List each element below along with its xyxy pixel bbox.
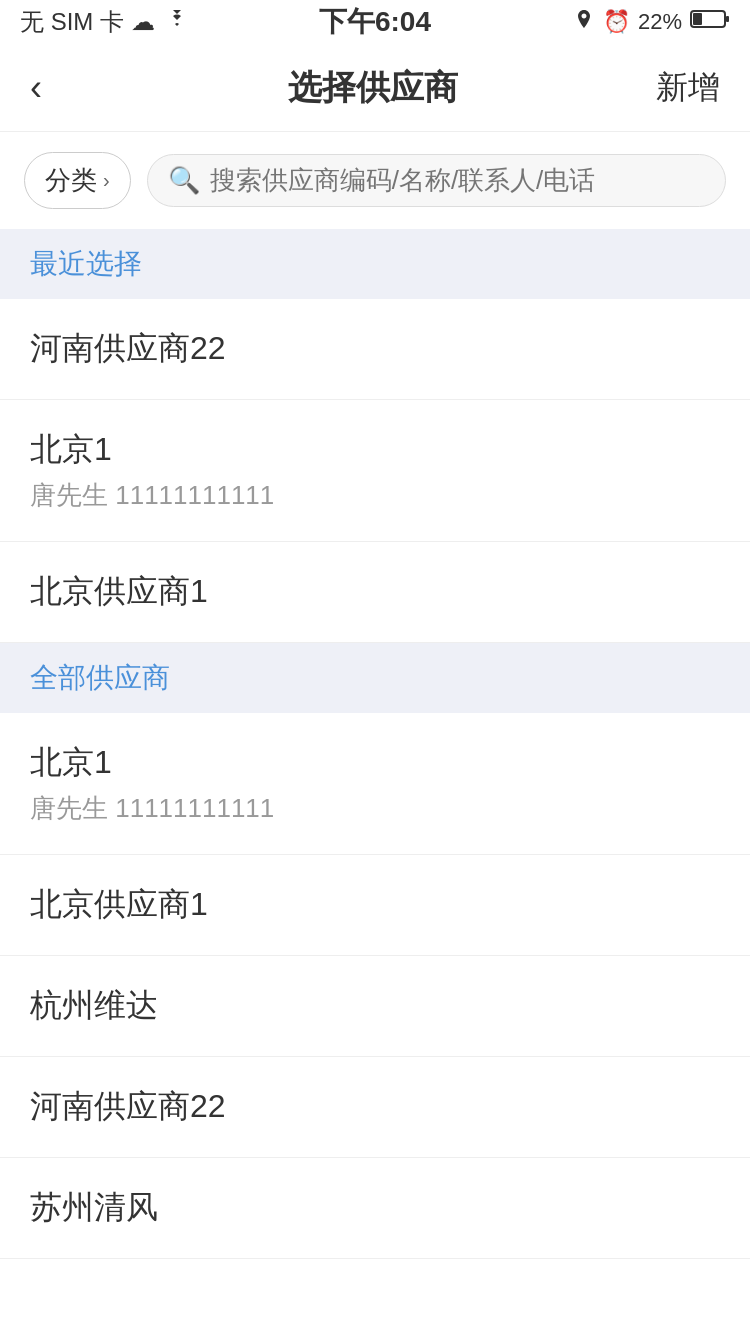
filter-bar: 分类 › 🔍	[0, 132, 750, 229]
list-item[interactable]: 河南供应商22	[0, 1057, 750, 1158]
page-title: 选择供应商	[288, 65, 458, 111]
search-box[interactable]: 🔍	[147, 154, 726, 207]
all-section-label: 全部供应商	[30, 662, 170, 693]
item-name: 河南供应商22	[30, 327, 720, 371]
item-name: 北京供应商1	[30, 570, 720, 614]
item-sub: 唐先生 11111111111	[30, 791, 720, 826]
list-item[interactable]: 苏州清风	[0, 1158, 750, 1259]
item-name: 北京1	[30, 741, 720, 785]
battery-text: 22%	[638, 9, 682, 35]
all-section-header: 全部供应商	[0, 643, 750, 713]
status-right: ⏰ 22%	[573, 8, 730, 36]
svg-rect-2	[726, 16, 729, 22]
list-item[interactable]: 北京1 唐先生 11111111111	[0, 400, 750, 542]
battery-icon	[690, 8, 730, 36]
category-label: 分类	[45, 163, 97, 198]
chevron-right-icon: ›	[103, 169, 110, 192]
recent-section-header: 最近选择	[0, 229, 750, 299]
all-items-list: 北京1 唐先生 11111111111 北京供应商1 杭州维达河南供应商22 苏州清风	[0, 713, 750, 1259]
location-icon	[573, 8, 595, 36]
no-sim-text: 无 SIM 卡 ☁	[20, 6, 155, 38]
list-item[interactable]: 杭州维达	[0, 956, 750, 1057]
item-name: 苏州清风	[30, 1186, 720, 1230]
search-icon: 🔍	[168, 165, 200, 196]
item-name: 杭州维达	[30, 984, 720, 1028]
alarm-icon: ⏰	[603, 9, 630, 35]
list-item[interactable]: 北京供应商1	[0, 542, 750, 643]
item-name: 北京1	[30, 428, 720, 472]
nav-bar: ‹ 选择供应商 新增	[0, 44, 750, 132]
status-left: 无 SIM 卡 ☁	[20, 6, 191, 38]
list-item[interactable]: 北京供应商1	[0, 855, 750, 956]
category-button[interactable]: 分类 ›	[24, 152, 131, 209]
item-sub: 唐先生 11111111111	[30, 478, 720, 513]
wifi-icon	[163, 8, 191, 36]
status-bar: 无 SIM 卡 ☁ 下午6:04 ⏰ 22%	[0, 0, 750, 44]
list-item[interactable]: 河南供应商22	[0, 299, 750, 400]
back-button[interactable]: ‹	[30, 67, 90, 109]
item-name: 北京供应商1	[30, 883, 720, 927]
add-button[interactable]: 新增	[656, 66, 720, 110]
svg-rect-1	[693, 13, 702, 25]
recent-items-list: 河南供应商22 北京1 唐先生 11111111111 北京供应商1	[0, 299, 750, 643]
status-time: 下午6:04	[319, 3, 431, 41]
list-item[interactable]: 北京1 唐先生 11111111111	[0, 713, 750, 855]
recent-section-label: 最近选择	[30, 248, 142, 279]
item-name: 河南供应商22	[30, 1085, 720, 1129]
search-input[interactable]	[210, 165, 705, 196]
